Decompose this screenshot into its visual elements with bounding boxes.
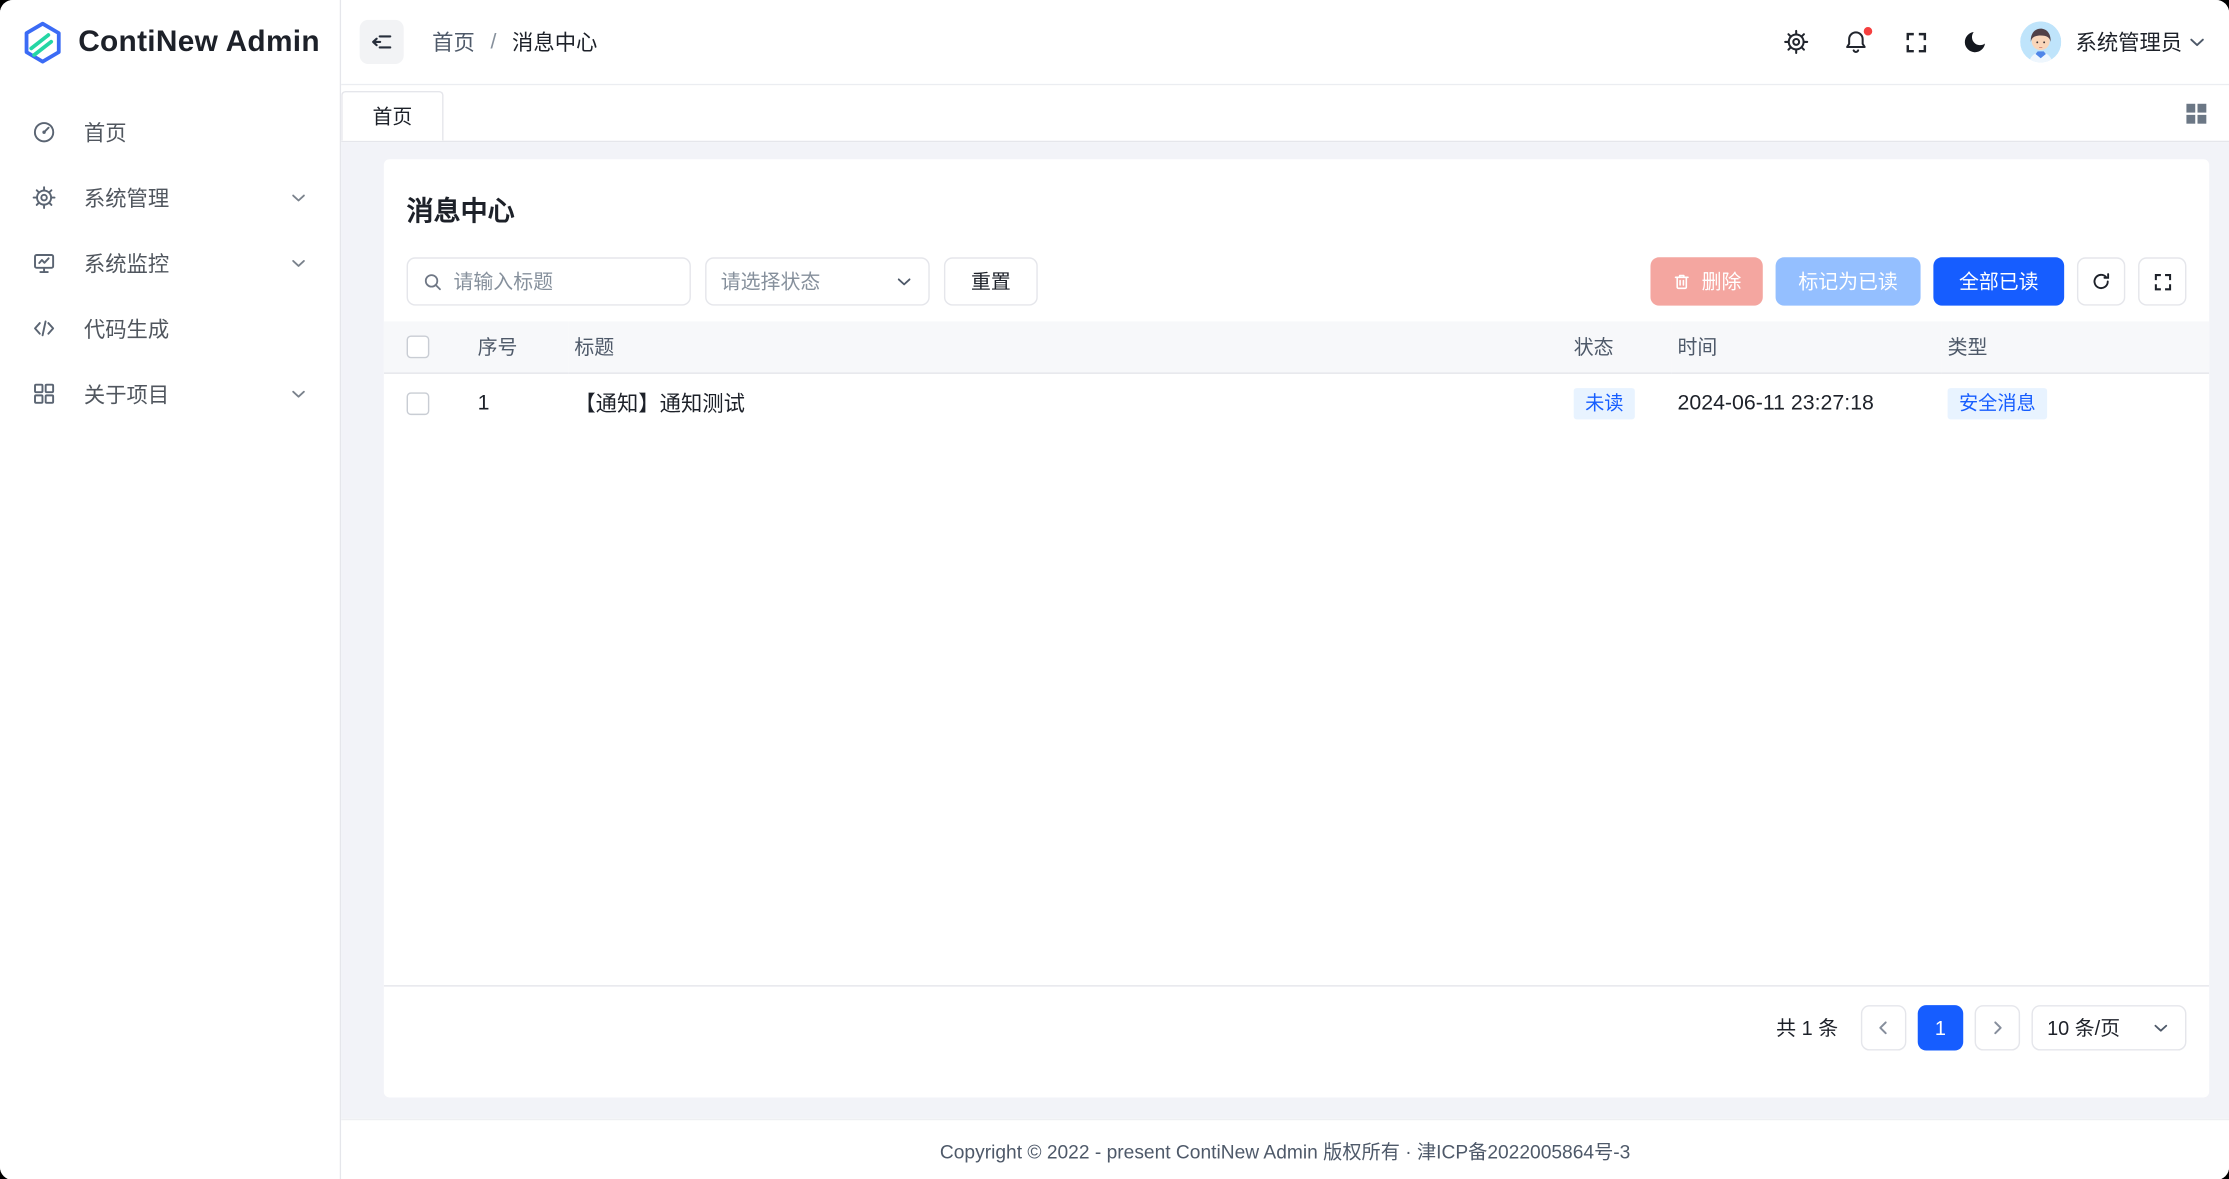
moon-icon [1962, 28, 1989, 55]
page-size-value: 10 条/页 [2047, 1014, 2120, 1042]
toolbar: 请选择状态 重置 [407, 257, 2187, 305]
breadcrumb-current: 消息中心 [512, 27, 597, 57]
all-read-button[interactable]: 全部已读 [1933, 257, 2064, 305]
search-input[interactable] [453, 270, 675, 293]
sidebar-menu: 首页 系统管理 [0, 85, 340, 420]
search-icon [422, 271, 443, 292]
chevron-down-icon [289, 384, 309, 404]
gear-icon [1783, 28, 1810, 55]
user-name[interactable]: 系统管理员 [2076, 27, 2183, 57]
sidebar-item-label: 关于项目 [84, 379, 289, 409]
footer: Copyright © 2022 - present ContiNew Admi… [341, 1119, 2229, 1179]
app-window: ContiNew Admin 首页 [0, 0, 2229, 1179]
pagination: 共 1 条 1 10 条/页 [384, 987, 2209, 1098]
mark-as-read-button[interactable]: 标记为已读 [1776, 257, 1921, 305]
row-time: 2024-06-11 23:27:18 [1672, 372, 1942, 433]
fullscreen-icon [1904, 29, 1930, 55]
code-icon [31, 316, 57, 342]
chevron-down-icon [289, 188, 309, 208]
column-header-type: 类型 [1942, 321, 2209, 372]
page-number-button[interactable]: 1 [1918, 1005, 1963, 1050]
topbar: 首页 / 消息中心 [341, 0, 2229, 85]
sidebar-item-home[interactable]: 首页 [14, 105, 325, 159]
toolbar-filters: 请选择状态 重置 [407, 257, 1038, 305]
toolbar-actions: 删除 标记为已读 全部已读 [1650, 257, 2186, 305]
pagination-total: 共 1 条 [1776, 1005, 1838, 1050]
logo-row: ContiNew Admin [0, 0, 340, 85]
next-page-button[interactable] [1975, 1005, 2020, 1050]
page-title: 消息中心 [407, 190, 2187, 228]
breadcrumb: 首页 / 消息中心 [432, 27, 597, 57]
table-header-row: 序号 标题 状态 时间 类型 [384, 321, 2209, 372]
trash-icon [1672, 272, 1692, 292]
refresh-icon [2090, 270, 2113, 293]
user-avatar[interactable] [2020, 21, 2061, 62]
row-index: 1 [472, 372, 569, 433]
tab-home[interactable]: 首页 [341, 91, 443, 141]
dashboard-icon [31, 119, 57, 145]
prev-page-button[interactable] [1861, 1005, 1906, 1050]
main-column: 首页 / 消息中心 [341, 0, 2229, 1179]
page-size-select[interactable]: 10 条/页 [2031, 1005, 2186, 1050]
fullscreen-icon [2152, 271, 2173, 292]
breadcrumb-home[interactable]: 首页 [432, 27, 475, 57]
copyright-text: Copyright © 2022 - present ContiNew Admi… [940, 1136, 1630, 1164]
apps-icon [31, 381, 57, 407]
message-table: 序号 标题 状态 时间 类型 1 【通知】通知测试 [384, 321, 2209, 986]
table-fullscreen-button[interactable] [2138, 257, 2186, 305]
gear-icon [31, 185, 57, 211]
title-search-field[interactable] [407, 257, 691, 305]
chevron-down-icon [894, 272, 914, 292]
chevron-down-icon [289, 253, 309, 273]
delete-button[interactable]: 删除 [1650, 257, 1762, 305]
fullscreen-button[interactable] [1892, 18, 1940, 66]
app-logo-icon [20, 20, 65, 65]
table-row[interactable]: 1 【通知】通知测试 未读 2024-06-11 23:27:18 安全消息 [384, 372, 2209, 433]
row-checkbox[interactable] [407, 393, 430, 416]
status-select-placeholder: 请选择状态 [721, 267, 894, 295]
sidebar-item-label: 系统管理 [84, 183, 289, 213]
tab-actions-button[interactable] [2185, 102, 2208, 125]
sidebar-item-system-monitor[interactable]: 系统监控 [14, 236, 325, 290]
sidebar-item-label: 首页 [84, 117, 309, 147]
content-area: 消息中心 请选择状态 [341, 142, 2229, 1119]
sidebar-collapse-button[interactable] [360, 20, 404, 64]
reset-button[interactable]: 重置 [944, 257, 1038, 305]
dark-mode-toggle[interactable] [1952, 18, 2000, 66]
chevron-left-icon [1874, 1018, 1894, 1038]
notification-badge-dot [1862, 25, 1873, 36]
chevron-right-icon [1987, 1018, 2007, 1038]
sidebar-item-code-generation[interactable]: 代码生成 [14, 301, 325, 355]
column-header-time: 时间 [1672, 321, 1942, 372]
sidebar: ContiNew Admin 首页 [0, 0, 341, 1179]
sidebar-item-label: 代码生成 [84, 313, 309, 343]
row-title: 【通知】通知测试 [569, 372, 1568, 433]
breadcrumb-separator: / [490, 30, 496, 54]
column-header-status: 状态 [1568, 321, 1672, 372]
sidebar-item-system-management[interactable]: 系统管理 [14, 171, 325, 225]
monitor-icon [31, 250, 57, 276]
column-header-title: 标题 [569, 321, 1568, 372]
grid-icon [2185, 102, 2208, 125]
sidebar-item-about-project[interactable]: 关于项目 [14, 367, 325, 421]
refresh-button[interactable] [2077, 257, 2125, 305]
status-badge: 未读 [1574, 388, 1635, 419]
type-badge: 安全消息 [1948, 388, 2048, 419]
tab-label: 首页 [372, 102, 412, 130]
app-title: ContiNew Admin [78, 26, 320, 60]
status-select[interactable]: 请选择状态 [705, 257, 930, 305]
menu-fold-icon [370, 30, 394, 54]
settings-button[interactable] [1773, 18, 1821, 66]
notifications-button[interactable] [1832, 18, 1880, 66]
delete-button-label: 删除 [1702, 267, 1742, 295]
chevron-down-icon[interactable] [2186, 31, 2207, 52]
column-header-index: 序号 [472, 321, 569, 372]
tabbar: 首页 [341, 85, 2229, 142]
sidebar-item-label: 系统监控 [84, 248, 289, 278]
chevron-down-icon [2151, 1018, 2171, 1038]
select-all-checkbox[interactable] [407, 336, 430, 359]
message-center-card: 消息中心 请选择状态 [384, 159, 2209, 1097]
